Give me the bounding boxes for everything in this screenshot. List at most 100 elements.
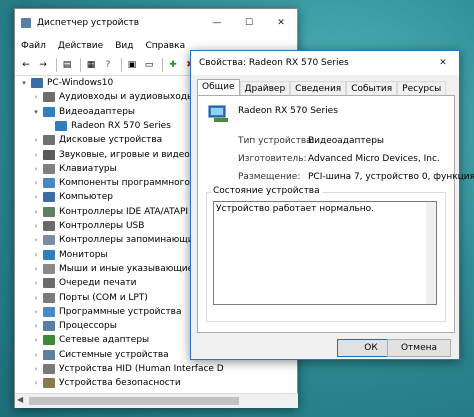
expand-icon[interactable]: › xyxy=(31,379,41,387)
mouse-icon xyxy=(43,263,55,274)
scan-hardware-icon[interactable]: ▣ xyxy=(125,58,139,72)
hid-icon xyxy=(43,364,55,374)
horizontal-scrollbar[interactable]: ◀ xyxy=(15,393,298,408)
tree-item[interactable]: › Компьютер xyxy=(31,190,113,204)
tree-item[interactable]: › Порты (COM и LPT) xyxy=(31,291,148,305)
display-adapter-icon xyxy=(55,120,67,131)
tab-details[interactable]: Сведения xyxy=(290,81,347,96)
tree-item-label: Клавиатуры xyxy=(59,163,117,174)
expand-icon[interactable]: › xyxy=(31,151,41,159)
expand-icon[interactable]: › xyxy=(31,365,41,373)
tree-item[interactable]: › Системные устройства xyxy=(31,348,169,362)
tree-item-label: Видеоадаптеры xyxy=(59,106,136,117)
expand-icon[interactable]: › xyxy=(31,308,41,316)
expand-icon[interactable]: › xyxy=(31,336,41,344)
keyboard-icon xyxy=(43,163,55,174)
expand-icon[interactable]: › xyxy=(31,322,41,330)
tree-item-label: Порты (COM и LPT) xyxy=(59,292,148,303)
tree-item[interactable]: › Клавиатуры xyxy=(31,162,117,176)
toolbar-separator xyxy=(56,58,57,72)
device-type-value: Видеоадаптеры xyxy=(308,136,385,146)
close-icon[interactable]: ✕ xyxy=(265,9,297,37)
tab-driver[interactable]: Драйвер xyxy=(239,81,291,96)
expand-icon[interactable]: › xyxy=(31,236,41,244)
expand-icon[interactable]: › xyxy=(31,251,41,259)
menu-file[interactable]: Файл xyxy=(15,41,52,51)
manufacturer-label: Изготовитель: xyxy=(238,154,307,164)
tree-item[interactable]: › Процессоры xyxy=(31,319,117,333)
tree-item[interactable]: › Мониторы xyxy=(31,248,108,262)
tree-item[interactable]: Radeon RX 570 Series xyxy=(43,119,171,133)
tree-item[interactable]: › Сетевые адаптеры xyxy=(31,333,149,347)
network-icon xyxy=(43,335,55,346)
tree-item[interactable]: ▾ Видеоадаптеры xyxy=(31,105,135,119)
expand-icon[interactable]: › xyxy=(31,208,41,216)
cancel-button[interactable]: Отмена xyxy=(387,339,451,357)
audio-icon xyxy=(43,92,55,103)
security-icon xyxy=(43,378,55,389)
tab-resources[interactable]: Ресурсы xyxy=(397,81,447,96)
close-icon[interactable]: ✕ xyxy=(427,51,459,75)
forward-icon[interactable]: → xyxy=(36,58,50,72)
properties-dialog: Свойства: Radeon RX 570 Series ✕ Общие Д… xyxy=(190,50,474,360)
expand-icon[interactable]: › xyxy=(31,294,41,302)
properties-title: Свойства: Radeon RX 570 Series xyxy=(199,58,349,68)
add-driver-icon[interactable]: ✚ xyxy=(166,58,180,72)
tree-item[interactable]: › Программные устройства xyxy=(31,305,182,319)
display-adapter-icon xyxy=(43,106,55,117)
scroll-left-icon[interactable]: ◀ xyxy=(17,395,23,404)
menu-view[interactable]: Вид xyxy=(109,41,139,51)
expand-icon[interactable]: › xyxy=(31,193,41,201)
tree-item[interactable]: › Контроллеры IDE ATA/ATAPI xyxy=(31,205,188,219)
update-driver-icon[interactable]: ▦ xyxy=(84,58,98,72)
computer-icon xyxy=(31,78,43,88)
maximize-icon[interactable]: ☐ xyxy=(233,9,265,37)
device-manager-titlebar[interactable]: Диспетчер устройств — ☐ ✕ xyxy=(15,9,297,37)
expand-icon[interactable]: › xyxy=(31,179,41,187)
tree-item[interactable]: › Устройства безопасности xyxy=(31,376,181,390)
menu-help[interactable]: Справка xyxy=(139,41,191,51)
collapse-icon[interactable]: ▾ xyxy=(31,108,41,116)
collapse-icon[interactable]: ▾ xyxy=(19,79,29,87)
minimize-icon[interactable]: — xyxy=(201,9,233,37)
tree-item-label: Контроллеры USB xyxy=(59,221,145,231)
tab-events[interactable]: События xyxy=(346,81,398,96)
printer-icon xyxy=(43,278,55,289)
scrollbar-thumb[interactable] xyxy=(29,397,239,405)
tree-item[interactable]: ▾ PC-Windows10 xyxy=(19,76,113,90)
port-icon xyxy=(43,292,55,303)
expand-icon[interactable]: › xyxy=(31,351,41,359)
expand-icon[interactable]: › xyxy=(31,165,41,173)
device-status-textbox[interactable]: Устройство работает нормально. xyxy=(213,201,437,305)
status-scrollbar[interactable] xyxy=(426,202,436,304)
properties-icon[interactable]: ▤ xyxy=(60,58,74,72)
location-label: Размещение: xyxy=(238,172,301,182)
device-status-title: Состояние устройства xyxy=(211,186,322,196)
tree-item[interactable]: › Дисковые устройства xyxy=(31,133,162,147)
ide-icon xyxy=(43,206,55,217)
properties-titlebar[interactable]: Свойства: Radeon RX 570 Series ✕ xyxy=(191,51,459,75)
expand-icon[interactable]: › xyxy=(31,222,41,230)
tree-item[interactable]: › Устройства HID (Human Interface D xyxy=(31,362,224,376)
monitor-icon xyxy=(43,249,55,260)
device-status-text: Устройство работает нормально. xyxy=(216,204,375,214)
tree-item[interactable]: › Очереди печати xyxy=(31,276,136,290)
tab-general[interactable]: Общие xyxy=(197,79,240,96)
tree-item-label: Компьютер xyxy=(59,192,113,203)
tree-item[interactable]: › Компоненты программного обес xyxy=(31,176,214,190)
expand-icon[interactable]: › xyxy=(31,136,41,144)
menu-action[interactable]: Действие xyxy=(52,41,109,51)
window-title: Диспетчер устройств xyxy=(37,18,140,28)
tree-item[interactable]: › Звуковые, игровые и видеоустро xyxy=(31,148,216,162)
help-icon[interactable]: ? xyxy=(101,58,115,72)
system-icon xyxy=(43,349,55,360)
back-icon[interactable]: ← xyxy=(19,58,33,72)
monitor-icon[interactable]: ▭ xyxy=(142,58,156,72)
software-device-icon xyxy=(43,306,55,317)
tree-item[interactable]: › Контроллеры USB xyxy=(31,219,144,233)
tree-item-label: Сетевые адаптеры xyxy=(59,335,150,346)
expand-icon[interactable]: › xyxy=(31,93,41,101)
tree-item[interactable]: › Аудиовходы и аудиовыходы xyxy=(31,90,194,104)
expand-icon[interactable]: › xyxy=(31,279,41,287)
expand-icon[interactable]: › xyxy=(31,265,41,273)
